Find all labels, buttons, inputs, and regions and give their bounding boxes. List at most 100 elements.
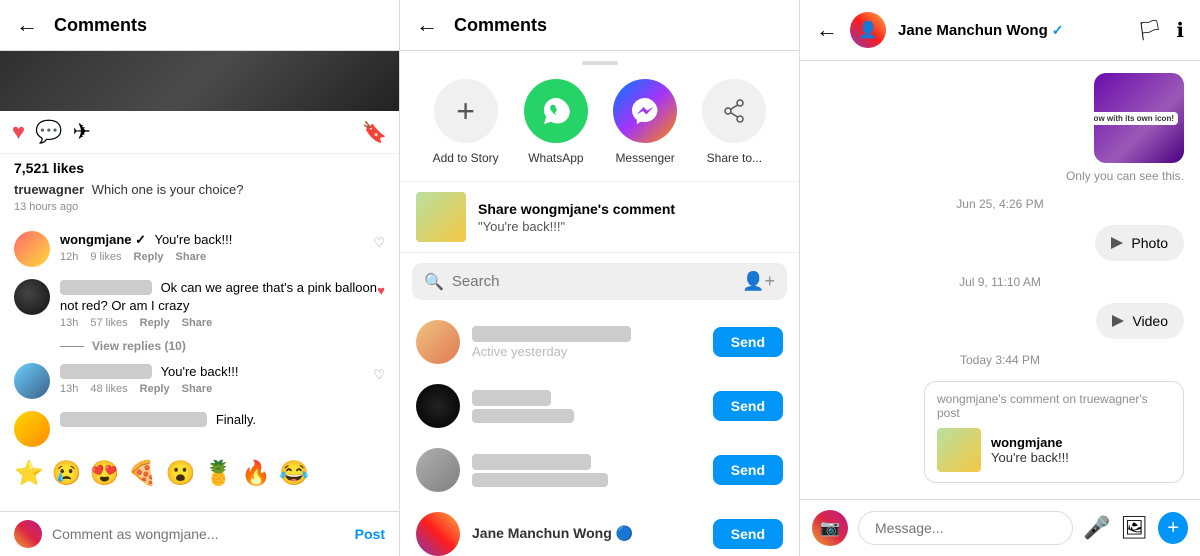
share-sheet: + Add to Story WhatsApp Messenger — [400, 51, 799, 556]
post-comment-button[interactable]: Post — [355, 526, 385, 542]
view-replies-button[interactable]: View replies (10) — [0, 335, 399, 357]
action-bar: ♥ 💬 ✈ 🔖 — [0, 111, 399, 154]
post-image-strip — [0, 51, 399, 111]
send-button[interactable]: Send — [713, 391, 783, 421]
emoji-pineapple[interactable]: 🍍 — [203, 459, 233, 488]
chat-user-avatar[interactable]: 👤 — [850, 12, 886, 48]
avatar — [416, 448, 460, 492]
back-icon-right[interactable]: ← — [816, 17, 838, 43]
add-to-story-label: Add to Story — [433, 151, 499, 165]
comment-username-blurred[interactable]: ██████████ — [60, 364, 152, 379]
comment-button[interactable]: 💬 — [35, 119, 62, 145]
play-icon — [1112, 315, 1124, 327]
table-row: ██████████ You're back!!! 13h 48 likes R… — [0, 357, 399, 405]
reply-button[interactable]: Reply — [134, 251, 164, 263]
left-comments-panel: ← Comments ♥ 💬 ✈ 🔖 7,521 likes truewagne… — [0, 0, 400, 556]
back-icon-middle[interactable]: ← — [416, 12, 438, 38]
comment-username[interactable]: wongmjane ✓ — [60, 232, 146, 247]
search-bar-row: 🔍 👤+ — [400, 253, 799, 310]
comment-likes: 9 likes — [90, 251, 121, 263]
back-icon-left[interactable]: ← — [16, 12, 38, 38]
heart-icon[interactable]: ♥ — [377, 283, 385, 298]
dm-list: ████████████████ Active yesterday Send █… — [400, 310, 799, 556]
photo-label: Photo — [1131, 235, 1168, 251]
add-to-story-icon: + — [434, 79, 498, 143]
comment-content: ████████████████ Finally. — [60, 411, 385, 431]
avatar — [14, 279, 50, 315]
post-time: 13 hours ago — [0, 199, 399, 219]
comment-likes: 57 likes — [90, 317, 127, 329]
shared-comment-bubble[interactable]: wongmjane's comment on truewagner's post… — [924, 381, 1184, 483]
share-whatsapp[interactable]: WhatsApp — [524, 79, 588, 165]
dm-info: ████████ ████████████ — [472, 390, 701, 423]
share-icons-row: + Add to Story WhatsApp Messenger — [400, 79, 799, 181]
share-comment-button[interactable]: Share — [182, 317, 213, 329]
comments-list: wongmjane ✓ You're back!!! 12h 9 likes R… — [0, 219, 399, 511]
caption-username[interactable]: truewagner — [14, 182, 84, 197]
message-input[interactable] — [858, 511, 1073, 545]
list-item: Jane Manchun Wong 🔵 Send — [400, 502, 799, 556]
share-comment-button[interactable]: Share — [176, 251, 207, 263]
shared-post-thumbnail[interactable]: now with its own icon! — [1094, 73, 1184, 163]
caption-text: Which one is your choice? — [92, 182, 244, 197]
dm-name: ████████████████ — [472, 326, 701, 342]
video-label: Video — [1132, 313, 1168, 329]
reply-button[interactable]: Reply — [140, 383, 170, 395]
avatar — [14, 231, 50, 267]
chat-user-name[interactable]: Jane Manchun Wong ✓ — [898, 22, 1125, 39]
bookmark-button[interactable]: 🔖 — [362, 120, 387, 145]
avatar — [14, 411, 50, 447]
message-input-bar: 📷 🎤 🖼 + — [800, 499, 1200, 556]
dm-sub: ████████████ — [472, 408, 701, 423]
emoji-laugh[interactable]: 😂 — [279, 459, 309, 488]
comment-username-blurred[interactable]: ██████████ — [60, 280, 152, 295]
comment-meta: 12h 9 likes Reply Share — [60, 251, 385, 263]
like-button[interactable]: ♥ — [12, 119, 25, 145]
add-person-icon[interactable]: 👤+ — [742, 271, 775, 292]
table-row: ████████████████ Finally. — [0, 405, 399, 453]
video-bubble[interactable]: Video — [1096, 303, 1184, 339]
search-input[interactable] — [452, 273, 734, 290]
share-comment-button[interactable]: Share — [182, 383, 213, 395]
emoji-cry[interactable]: 😢 — [52, 459, 82, 488]
comment-input[interactable] — [52, 526, 355, 542]
share-preview-info: Share wongmjane's comment "You're back!!… — [478, 201, 675, 234]
photo-bubble[interactable]: Photo — [1095, 225, 1184, 261]
reply-button[interactable]: Reply — [140, 317, 170, 329]
only-you-label: Only you can see this. — [1066, 169, 1184, 183]
emoji-star[interactable]: ⭐ — [14, 459, 44, 488]
microphone-button[interactable]: 🎤 — [1083, 515, 1110, 541]
share-to[interactable]: Share to... — [702, 79, 766, 165]
send-button[interactable]: Send — [713, 327, 783, 357]
image-button[interactable]: 🖼 — [1120, 515, 1148, 541]
dm-info: ████████████████ Active yesterday — [472, 326, 701, 359]
comment-time: 13h — [60, 317, 78, 329]
comment-time: 12h — [60, 251, 78, 263]
likes-section: 7,521 likes — [0, 154, 399, 180]
camera-button[interactable]: 📷 — [812, 510, 848, 546]
emoji-fire[interactable]: 🔥 — [241, 459, 271, 488]
share-messenger[interactable]: Messenger — [613, 79, 677, 165]
comment-username-blurred[interactable]: ████████████████ — [60, 412, 207, 427]
comment-meta: 13h 48 likes Reply Share — [60, 383, 385, 395]
flag-icon[interactable]: 🏳 — [1137, 18, 1162, 43]
header-action-icons: 🏳 ℹ — [1137, 18, 1184, 43]
heart-icon[interactable]: ♡ — [373, 235, 385, 251]
sheet-handle — [582, 61, 618, 65]
shared-post-thumb — [937, 428, 981, 472]
share-add-to-story[interactable]: + Add to Story — [433, 79, 499, 165]
add-button[interactable]: + — [1158, 512, 1188, 544]
heart-icon[interactable]: ♡ — [373, 367, 385, 383]
share-preview-thumb — [416, 192, 466, 242]
info-icon[interactable]: ℹ — [1176, 18, 1184, 43]
emoji-wow[interactable]: 😮 — [166, 459, 196, 488]
dm-name: ████████ — [472, 390, 701, 406]
comment-input-bar: Post — [0, 511, 399, 556]
emoji-heart-eyes[interactable]: 😍 — [90, 459, 120, 488]
share-button[interactable]: ✈ — [72, 119, 90, 145]
send-button[interactable]: Send — [713, 455, 783, 485]
search-bar: 🔍 👤+ — [412, 263, 787, 300]
send-button[interactable]: Send — [713, 519, 783, 549]
emoji-pizza[interactable]: 🍕 — [128, 459, 158, 488]
shared-comment-content: You're back!!! — [991, 450, 1069, 465]
